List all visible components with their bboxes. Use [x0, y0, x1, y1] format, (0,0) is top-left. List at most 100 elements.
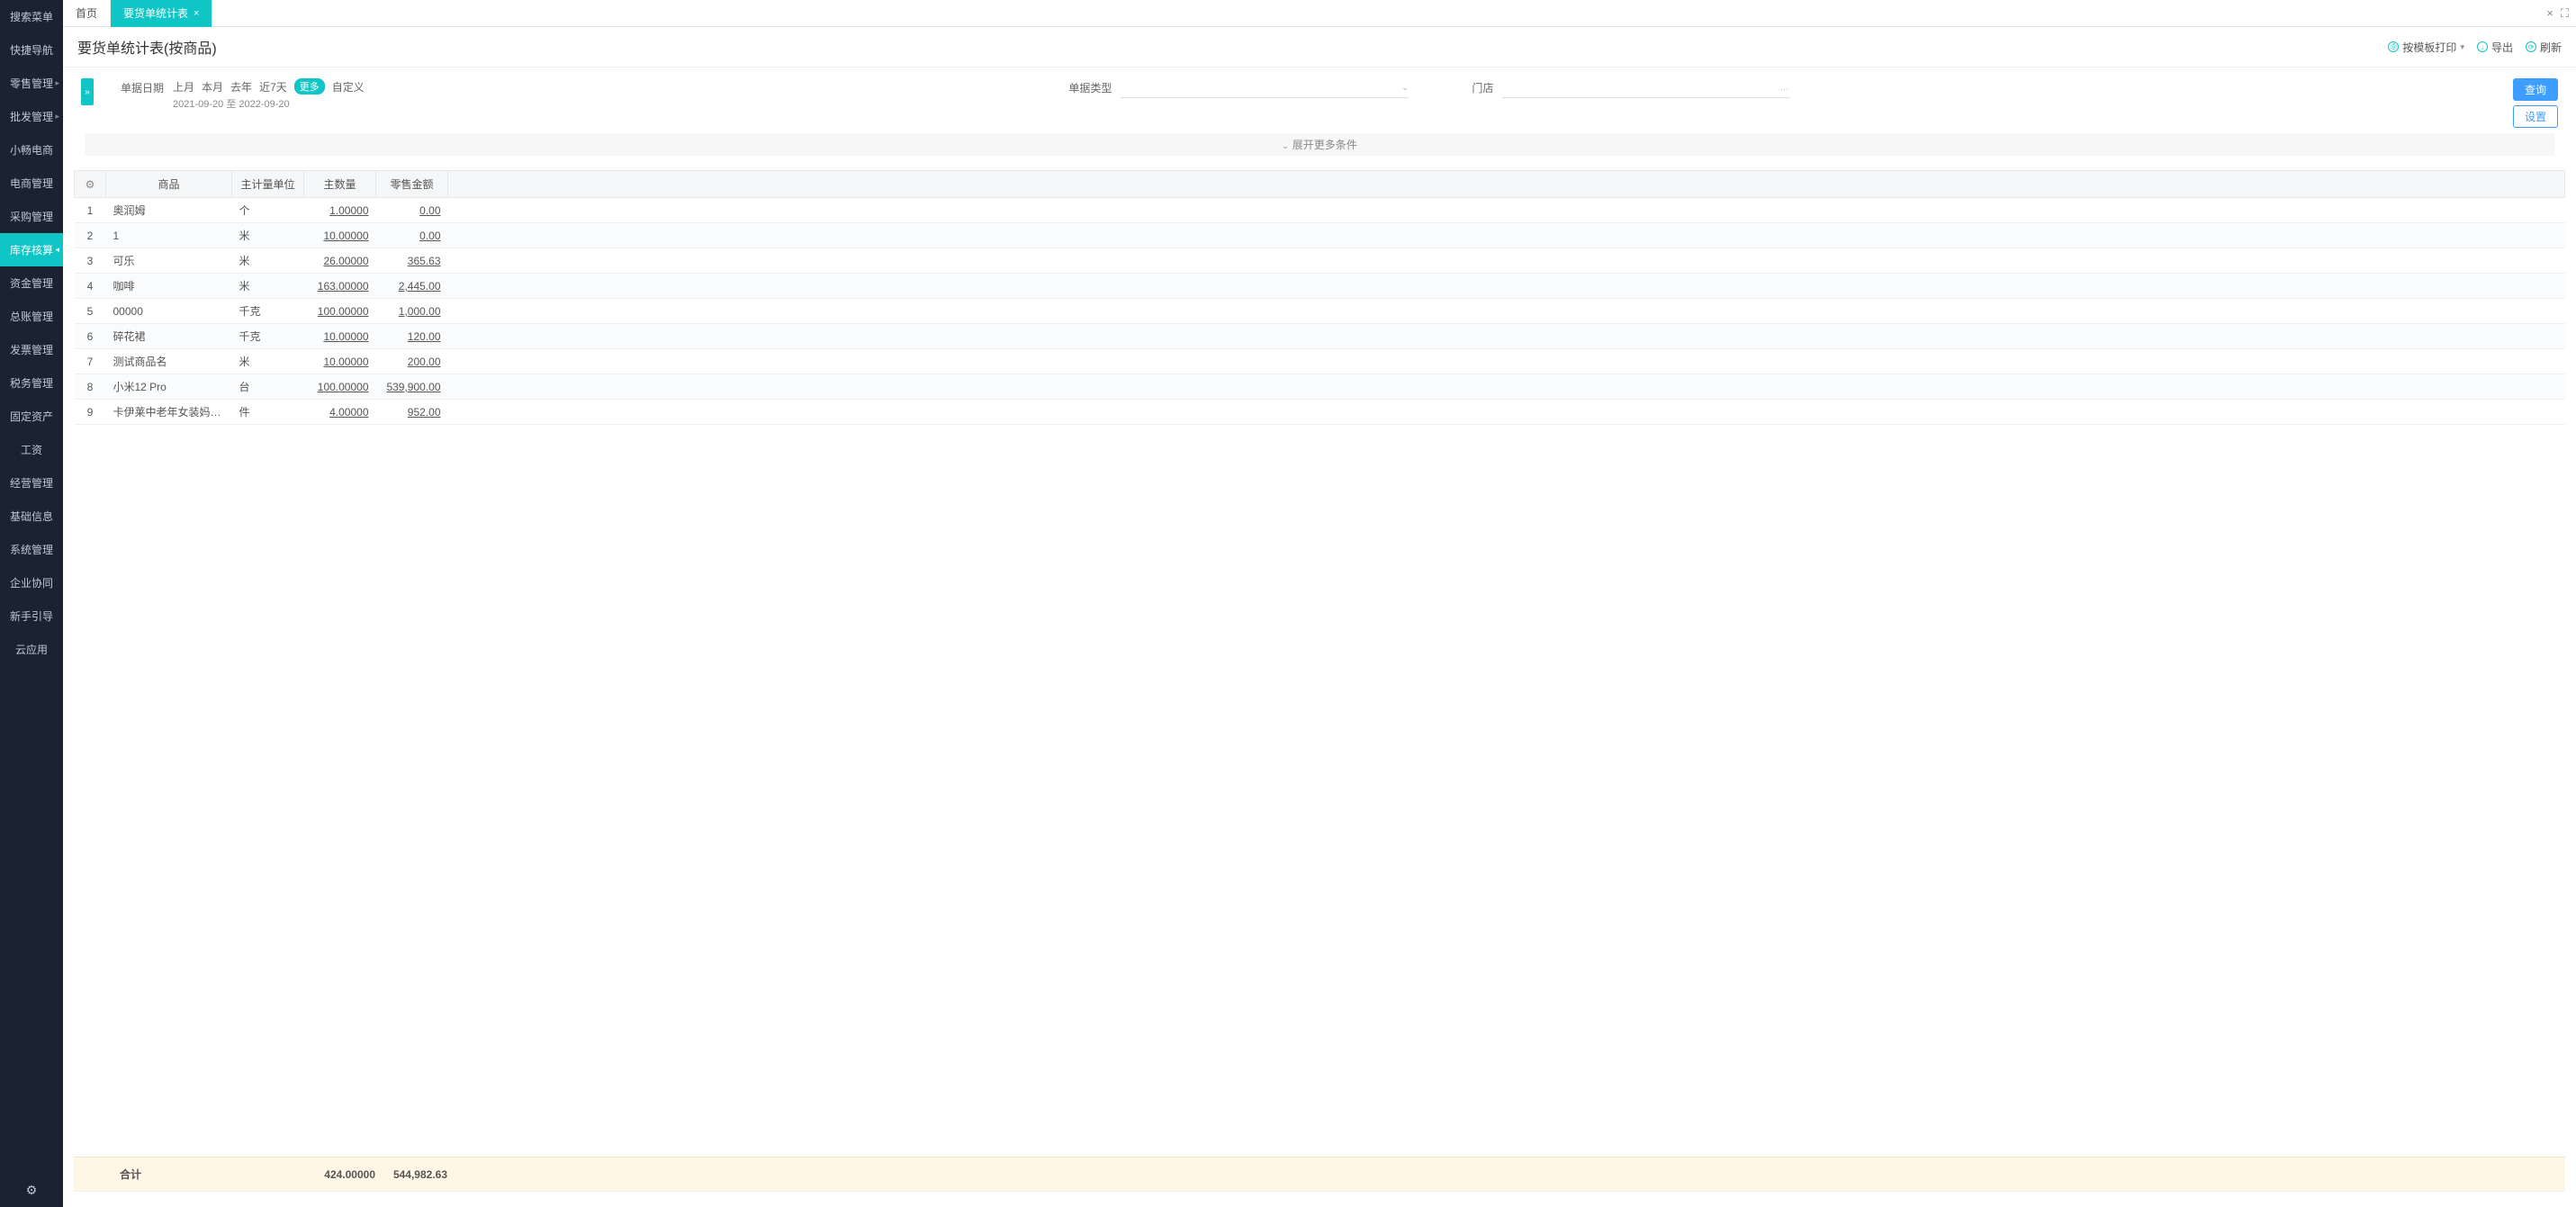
- col-product[interactable]: 商品: [106, 171, 232, 198]
- table-row[interactable]: 8小米12 Pro台100.00000539,900.00: [75, 374, 2565, 400]
- expand-filters-button[interactable]: ⌄展开更多条件: [85, 133, 2554, 156]
- sidebar-settings[interactable]: ⚙: [0, 1174, 63, 1207]
- sidebar-item-5[interactable]: 电商管理: [0, 167, 63, 200]
- sidebar-item-12[interactable]: 固定资产: [0, 400, 63, 433]
- table-row[interactable]: 6碎花裙千克10.00000120.00: [75, 324, 2565, 349]
- sidebar-item-17[interactable]: 企业协同: [0, 566, 63, 599]
- sidebar-item-1[interactable]: 快捷导航: [0, 33, 63, 67]
- cell-product: 1: [106, 223, 232, 248]
- cell-amount[interactable]: 539,900.00: [376, 374, 448, 400]
- row-index: 2: [75, 223, 106, 248]
- sidebar-item-4[interactable]: 小畅电商: [0, 133, 63, 167]
- date-opt-custom[interactable]: 自定义: [332, 79, 365, 95]
- cell-qty[interactable]: 163.00000: [304, 274, 376, 299]
- row-index: 4: [75, 274, 106, 299]
- sidebar-item-8[interactable]: 资金管理: [0, 266, 63, 300]
- store-select[interactable]: …: [1502, 78, 1790, 98]
- row-index: 8: [75, 374, 106, 400]
- cell-unit: 个: [232, 198, 304, 223]
- sidebar-item-16[interactable]: 系统管理: [0, 533, 63, 566]
- ellipsis-icon: …: [1779, 83, 1790, 93]
- cell-qty[interactable]: 4.00000: [304, 400, 376, 425]
- date-range-display: 2021-09-20 至 2022-09-20: [173, 96, 365, 111]
- close-icon[interactable]: ×: [194, 8, 199, 19]
- cell-product: 测试商品名: [106, 349, 232, 374]
- query-button[interactable]: 查询: [2513, 78, 2558, 101]
- date-opt-7days[interactable]: 近7天: [259, 79, 287, 95]
- cell-qty[interactable]: 10.00000: [304, 324, 376, 349]
- collapse-filter-handle[interactable]: »: [81, 78, 94, 105]
- sidebar-item-7[interactable]: 库存核算: [0, 233, 63, 266]
- date-opt-this-month[interactable]: 本月: [202, 79, 223, 95]
- row-index: 3: [75, 248, 106, 274]
- table-row[interactable]: 7测试商品名米10.00000200.00: [75, 349, 2565, 374]
- col-amount[interactable]: 零售金额: [376, 171, 448, 198]
- sidebar-item-18[interactable]: 新手引导: [0, 599, 63, 633]
- filter-store: 门店 …: [1472, 78, 1790, 98]
- sidebar-item-9[interactable]: 总账管理: [0, 300, 63, 333]
- col-unit[interactable]: 主计量单位: [232, 171, 304, 198]
- date-opt-last-year[interactable]: 去年: [230, 79, 252, 95]
- tabs-close-all-icon[interactable]: ×: [2546, 6, 2553, 21]
- sidebar-item-11[interactable]: 税务管理: [0, 366, 63, 400]
- page-header: 要货单统计表(按商品) ⎙ 按模板打印 ▾ ↓ 导出 ⟳ 刷新: [63, 27, 2576, 68]
- table-row[interactable]: 9卡伊莱中老年女装妈妈...件4.00000952.00: [75, 400, 2565, 425]
- sidebar-item-14[interactable]: 经营管理: [0, 466, 63, 500]
- cell-unit: 米: [232, 349, 304, 374]
- table-footer: 合计 424.00000 544,982.63: [74, 1157, 2565, 1191]
- table-row[interactable]: 1奥润姆个1.000000.00: [75, 198, 2565, 223]
- refresh-icon: ⟳: [2526, 41, 2536, 52]
- export-button[interactable]: ↓ 导出: [2477, 40, 2513, 55]
- cell-qty[interactable]: 1.00000: [304, 198, 376, 223]
- table-row[interactable]: 4咖啡米163.000002,445.00: [75, 274, 2565, 299]
- sidebar-item-15[interactable]: 基础信息: [0, 500, 63, 533]
- sidebar-item-13[interactable]: 工资: [0, 433, 63, 466]
- tab-1[interactable]: 要货单统计表×: [111, 0, 212, 27]
- doc-type-select[interactable]: ⌄: [1121, 78, 1409, 98]
- refresh-button[interactable]: ⟳ 刷新: [2526, 40, 2562, 55]
- date-opt-last-month[interactable]: 上月: [173, 79, 194, 95]
- cell-amount[interactable]: 120.00: [376, 324, 448, 349]
- cell-product: 00000: [106, 299, 232, 324]
- print-button[interactable]: ⎙ 按模板打印 ▾: [2388, 40, 2464, 55]
- table-row[interactable]: 21米10.000000.00: [75, 223, 2565, 248]
- cell-product: 小米12 Pro: [106, 374, 232, 400]
- cell-qty[interactable]: 26.00000: [304, 248, 376, 274]
- cell-amount[interactable]: 365.63: [376, 248, 448, 274]
- cell-qty[interactable]: 10.00000: [304, 349, 376, 374]
- tabs-fullscreen-icon[interactable]: ⛶: [2561, 6, 2569, 21]
- cell-unit: 台: [232, 374, 304, 400]
- sidebar-item-2[interactable]: 零售管理: [0, 67, 63, 100]
- cell-product: 奥润姆: [106, 198, 232, 223]
- cell-unit: 千克: [232, 299, 304, 324]
- cell-product: 卡伊莱中老年女装妈妈...: [106, 400, 232, 425]
- date-opt-more[interactable]: 更多: [294, 78, 325, 95]
- row-index: 7: [75, 349, 106, 374]
- filter-bar: » 单据日期 上月 本月 去年 近7天 更多 自定义 2021-09-20 至 …: [74, 73, 2565, 133]
- sidebar-item-3[interactable]: 批发管理: [0, 100, 63, 133]
- page-title: 要货单统计表(按商品): [77, 36, 217, 58]
- sidebar-item-10[interactable]: 发票管理: [0, 333, 63, 366]
- cell-amount[interactable]: 0.00: [376, 223, 448, 248]
- cell-qty[interactable]: 100.00000: [304, 374, 376, 400]
- sidebar-item-19[interactable]: 云应用: [0, 633, 63, 666]
- gear-icon: ⚙: [26, 1183, 38, 1197]
- cell-amount[interactable]: 1,000.00: [376, 299, 448, 324]
- table-settings-icon[interactable]: ⚙: [86, 178, 95, 191]
- tab-0[interactable]: 首页: [63, 0, 111, 27]
- table-row[interactable]: 3可乐米26.00000365.63: [75, 248, 2565, 274]
- filter-settings-button[interactable]: 设置: [2513, 105, 2558, 128]
- sidebar-item-0[interactable]: 搜索菜单: [0, 0, 63, 33]
- cell-qty[interactable]: 100.00000: [304, 299, 376, 324]
- cell-qty[interactable]: 10.00000: [304, 223, 376, 248]
- cell-amount[interactable]: 0.00: [376, 198, 448, 223]
- cell-amount[interactable]: 2,445.00: [376, 274, 448, 299]
- footer-total-label: 合计: [113, 1165, 239, 1184]
- cell-amount[interactable]: 200.00: [376, 349, 448, 374]
- cell-amount[interactable]: 952.00: [376, 400, 448, 425]
- table-row[interactable]: 500000千克100.000001,000.00: [75, 299, 2565, 324]
- col-qty[interactable]: 主数量: [304, 171, 376, 198]
- export-icon: ↓: [2477, 41, 2488, 52]
- sidebar-item-6[interactable]: 采购管理: [0, 200, 63, 233]
- chevron-down-icon: ▾: [2460, 42, 2464, 52]
